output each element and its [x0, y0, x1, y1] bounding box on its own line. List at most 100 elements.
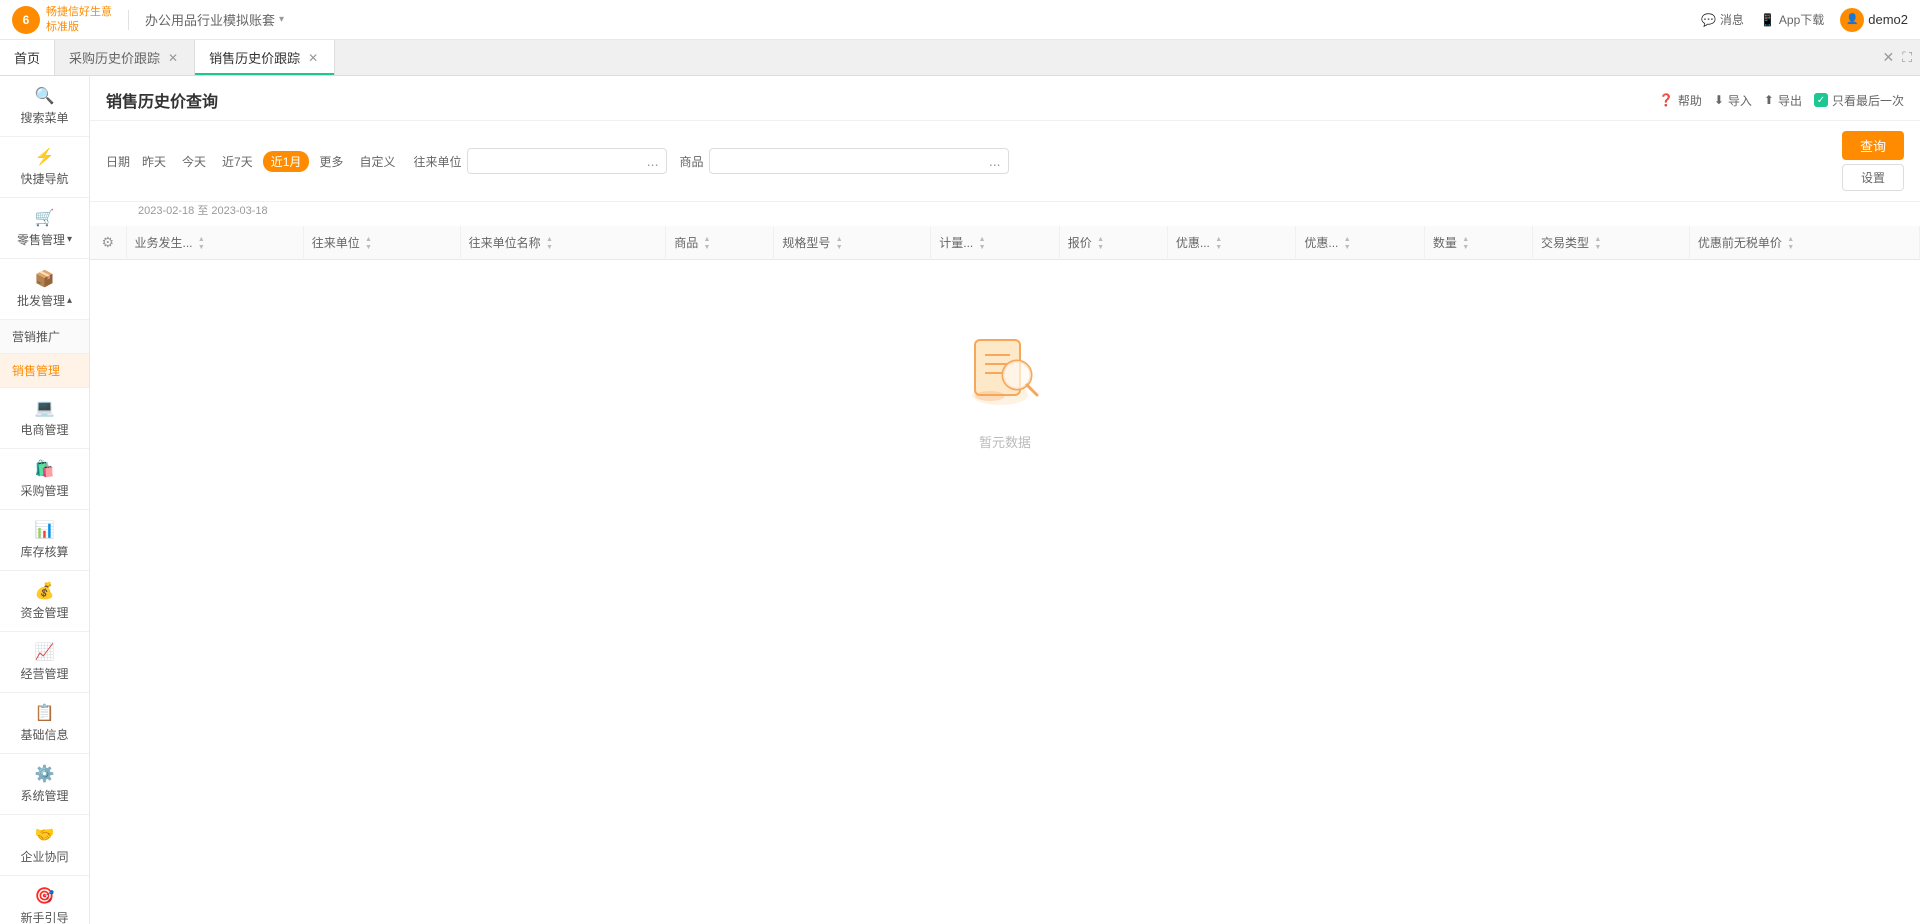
th-quantity: 数量 ▲▼ [1424, 226, 1532, 260]
th-discount1: 优惠... ▲▼ [1167, 226, 1295, 260]
data-table: ⚙ 业务发生... ▲▼ 往来单位 ▲▼ 往来单位名称 [90, 226, 1920, 260]
only-last-checkbox[interactable]: ✓ 只看最后一次 [1814, 92, 1904, 109]
th-customer-name: 往来单位名称 ▲▼ [460, 226, 666, 260]
retail-icon: 🛒 [35, 208, 55, 228]
page-header-actions: ❓ 帮助 ⬇ 导入 ⬆ 导出 ✓ 只看最后一次 [1659, 92, 1904, 109]
avatar-icon: 👤 [1846, 14, 1858, 25]
sort-arrows-spec[interactable]: ▲▼ [836, 236, 843, 251]
product-dots-icon: ... [989, 153, 1001, 169]
tab-active-indicator [195, 73, 334, 75]
sidebar-item-marketing[interactable]: 营销推广 [0, 320, 89, 354]
sidebar-item-sales-mgmt[interactable]: 销售管理 [0, 354, 89, 388]
date-shortcuts: 昨天 今天 近7天 近1月 更多 自定义 [136, 151, 401, 172]
th-trade-type: 交易类型 ▲▼ [1533, 226, 1690, 260]
close-window-icon[interactable]: ✕ [1882, 49, 1894, 66]
customer-input[interactable]: ... [467, 148, 667, 174]
quick-nav-icon: ⚡ [35, 147, 55, 167]
sort-arrows-biz-date[interactable]: ▲▼ [198, 236, 205, 251]
download-icon: 📱 [1760, 13, 1775, 27]
tab-home[interactable]: 首页 [0, 40, 55, 75]
help-btn[interactable]: ❓ 帮助 [1659, 92, 1702, 109]
date-range-text: 2023-02-18 至 2023-03-18 [138, 205, 268, 217]
sort-arrows-pre-discount[interactable]: ▲▼ [1787, 236, 1794, 251]
sidebar-item-basic-info[interactable]: 📋 基础信息 [0, 693, 89, 754]
sidebar-item-system[interactable]: ⚙️ 系统管理 [0, 754, 89, 815]
operations-icon: 📈 [35, 642, 55, 662]
th-quote: 报价 ▲▼ [1059, 226, 1167, 260]
tab-bar: 首页 采购历史价跟踪 ✕ 销售历史价跟踪 ✕ ✕ ⛶ [0, 40, 1920, 76]
tab-purchase-close-icon[interactable]: ✕ [166, 50, 180, 66]
sort-arrows-discount2[interactable]: ▲▼ [1344, 236, 1351, 251]
tab-bar-actions: ✕ ⛶ [1874, 40, 1920, 75]
sidebar-item-beginner-guide[interactable]: 🎯 新手引导 [0, 876, 89, 924]
sidebar-item-quick-nav[interactable]: ⚡ 快捷导航 [0, 137, 89, 198]
app-download-btn[interactable]: 📱 App下载 [1760, 11, 1824, 28]
product-input[interactable]: ... [709, 148, 1009, 174]
page-content: 销售历史价查询 ❓ 帮助 ⬇ 导入 ⬆ 导出 ✓ [90, 76, 1920, 924]
customer-dots-icon: ... [647, 153, 659, 169]
sort-arrows-customer-name[interactable]: ▲▼ [546, 236, 553, 251]
date-btn-more[interactable]: 更多 [313, 151, 349, 172]
tab-sales-history[interactable]: 销售历史价跟踪 ✕ [195, 40, 335, 75]
th-spec: 规格型号 ▲▼ [774, 226, 931, 260]
chevron-up-icon: ▴ [67, 295, 72, 306]
customer-label: 往来单位 [413, 153, 461, 170]
logo-icon: 6 [12, 6, 40, 34]
sidebar-item-operations[interactable]: 📈 经营管理 [0, 632, 89, 693]
system-icon: ⚙️ [35, 764, 55, 784]
export-icon: ⬆ [1764, 93, 1774, 107]
table-header: ⚙ 业务发生... ▲▼ 往来单位 ▲▼ 往来单位名称 [90, 226, 1920, 260]
th-product: 商品 ▲▼ [666, 226, 774, 260]
sidebar-item-retail[interactable]: 🛒 零售管理 ▾ [0, 198, 89, 259]
message-btn[interactable]: 💬 消息 [1701, 11, 1744, 28]
date-btn-today[interactable]: 今天 [176, 151, 212, 172]
chevron-down-icon: ▾ [279, 14, 284, 25]
sort-arrows-trade-type[interactable]: ▲▼ [1594, 236, 1601, 251]
empty-state: 暂元数据 [90, 260, 1920, 511]
customer-filter-group: 往来单位 ... [413, 148, 667, 174]
th-pre-discount: 优惠前无税单价 ▲▼ [1689, 226, 1919, 260]
sort-arrows-quote[interactable]: ▲▼ [1097, 236, 1104, 251]
expand-window-icon[interactable]: ⛶ [1902, 49, 1912, 66]
search-icon: 🔍 [35, 86, 55, 106]
sidebar-item-finance[interactable]: 💰 资金管理 [0, 571, 89, 632]
sort-arrows-discount1[interactable]: ▲▼ [1215, 236, 1222, 251]
export-btn[interactable]: ⬆ 导出 [1764, 92, 1802, 109]
sort-arrows-unit[interactable]: ▲▼ [979, 236, 986, 251]
checkbox-icon: ✓ [1814, 93, 1828, 107]
ecommerce-icon: 💻 [35, 398, 55, 418]
logo-area: 6 畅捷信好生意 标准版 [12, 5, 112, 34]
date-btn-1month[interactable]: 近1月 [263, 151, 310, 172]
product-filter-group: 商品 ... [679, 148, 1009, 174]
import-btn[interactable]: ⬇ 导入 [1714, 92, 1752, 109]
th-settings: ⚙ [90, 226, 126, 260]
sort-arrows-customer-code[interactable]: ▲▼ [365, 236, 372, 251]
sidebar-item-purchase[interactable]: 🛍️ 采购管理 [0, 449, 89, 510]
sidebar-item-ecommerce[interactable]: 💻 电商管理 [0, 388, 89, 449]
table-settings-icon[interactable]: ⚙ [101, 234, 114, 250]
sidebar-item-inventory[interactable]: 📊 库存核算 [0, 510, 89, 571]
app-selector[interactable]: 办公用品行业模拟账套 ▾ [145, 10, 284, 29]
settings-button[interactable]: 设置 [1842, 164, 1904, 191]
search-button[interactable]: 查询 [1842, 131, 1904, 160]
top-header: 6 畅捷信好生意 标准版 办公用品行业模拟账套 ▾ 💬 消息 📱 App下载 👤… [0, 0, 1920, 40]
date-btn-yesterday[interactable]: 昨天 [136, 151, 172, 172]
th-unit: 计量... ▲▼ [931, 226, 1059, 260]
filter-bar: 日期 昨天 今天 近7天 近1月 更多 自定义 往来单位 ... [90, 121, 1920, 202]
wholesale-sub-items: 营销推广 销售管理 [0, 320, 89, 388]
tab-purchase-history[interactable]: 采购历史价跟踪 ✕ [55, 40, 195, 75]
avatar: 👤 [1840, 8, 1864, 32]
tab-sales-close-icon[interactable]: ✕ [306, 50, 320, 66]
user-profile[interactable]: 👤 demo2 [1840, 8, 1908, 32]
sidebar-item-search-menu[interactable]: 🔍 搜索菜单 [0, 76, 89, 137]
date-btn-7days[interactable]: 近7天 [216, 151, 259, 172]
sidebar-item-enterprise-collab[interactable]: 🤝 企业协同 [0, 815, 89, 876]
header-left: 6 畅捷信好生意 标准版 办公用品行业模拟账套 ▾ [12, 5, 284, 34]
date-filter-group: 日期 昨天 今天 近7天 近1月 更多 自定义 [106, 151, 401, 172]
date-btn-custom[interactable]: 自定义 [353, 151, 401, 172]
sort-arrows-quantity[interactable]: ▲▼ [1462, 236, 1469, 251]
message-icon: 💬 [1701, 13, 1716, 27]
logo-text: 畅捷信好生意 标准版 [46, 5, 112, 34]
sort-arrows-product[interactable]: ▲▼ [704, 236, 711, 251]
sidebar-item-wholesale[interactable]: 📦 批发管理 ▴ [0, 259, 89, 320]
